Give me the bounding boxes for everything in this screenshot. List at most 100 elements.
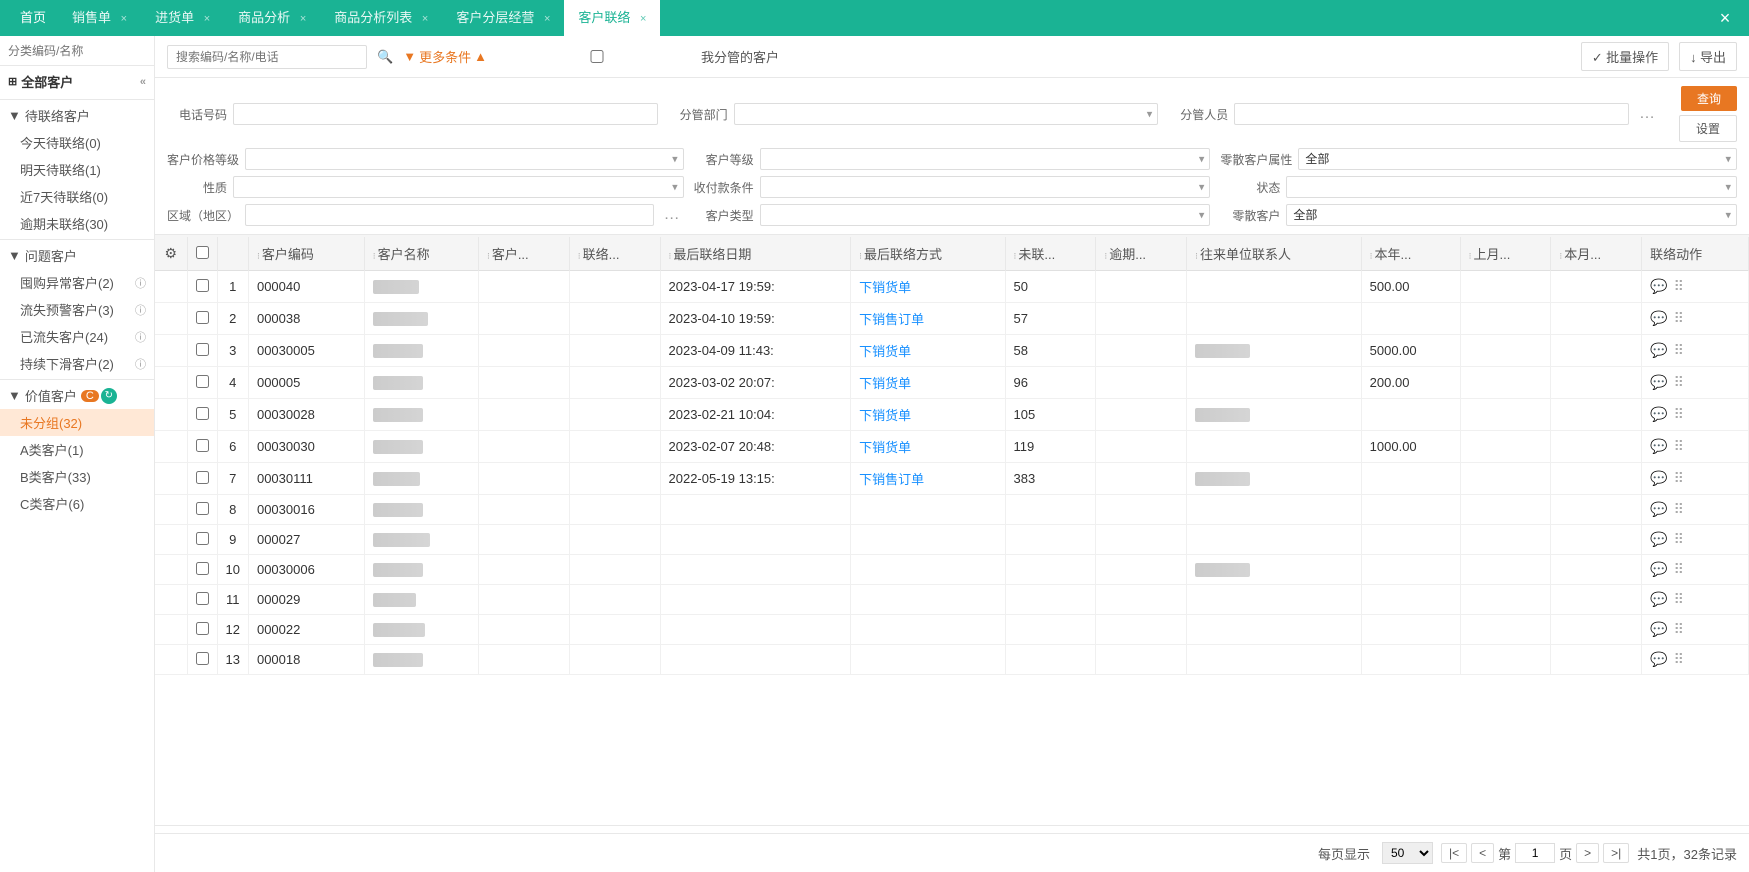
contact-icon-3[interactable]: 💬	[1650, 374, 1667, 391]
region-input[interactable]	[245, 204, 654, 226]
td-last-contact-method-12[interactable]	[851, 645, 1005, 675]
th-last-month[interactable]: ⁝上月...	[1460, 237, 1551, 271]
td-checkbox-6[interactable]	[187, 463, 217, 495]
td-last-contact-method-4[interactable]: 下销货单	[851, 399, 1005, 431]
th-last-contact-date[interactable]: ⁝最后联络日期	[660, 237, 851, 271]
contact-icon-8[interactable]: 💬	[1650, 531, 1667, 548]
th-last-contact-method[interactable]: ⁝最后联络方式	[851, 237, 1005, 271]
nav-tab-product-analysis-list[interactable]: 商品分析列表 ×	[320, 0, 442, 36]
dept-select[interactable]	[734, 103, 1159, 125]
td-last-contact-method-0[interactable]: 下销货单	[851, 271, 1005, 303]
td-checkbox-10[interactable]	[187, 585, 217, 615]
td-checkbox-4[interactable]	[187, 399, 217, 431]
th-checkbox[interactable]	[187, 237, 217, 271]
th-no-contact[interactable]: ⁝未联...	[1005, 237, 1096, 271]
th-contacts-person[interactable]: ⁝往来单位联系人	[1187, 237, 1362, 271]
more-action-icon-4[interactable]: ⠿	[1674, 406, 1684, 423]
td-last-contact-method-8[interactable]	[851, 525, 1005, 555]
horizontal-scrollbar[interactable]	[155, 825, 1749, 833]
my-customers-checkbox[interactable]: 我分管的客户	[497, 47, 779, 66]
person-more-icon[interactable]: …	[1635, 105, 1659, 123]
close-purchase-tab[interactable]: ×	[204, 13, 210, 25]
td-last-contact-method-3[interactable]: 下销货单	[851, 367, 1005, 399]
region-more-icon[interactable]: …	[660, 206, 684, 224]
th-settings[interactable]: ⚙	[155, 237, 187, 271]
nav-tab-sales[interactable]: 销售单 ×	[58, 0, 141, 36]
td-checkbox-7[interactable]	[187, 495, 217, 525]
sidebar-search-input[interactable]	[8, 44, 155, 58]
sidebar-item-tomorrow-pending[interactable]: 明天待联络(1)	[0, 156, 154, 183]
next-page-button[interactable]: >	[1576, 843, 1599, 863]
td-checkbox-2[interactable]	[187, 335, 217, 367]
sidebar-item-class-b[interactable]: B类客户(33)	[0, 463, 154, 490]
contact-icon-2[interactable]: 💬	[1650, 342, 1667, 359]
sidebar-group-value[interactable]: ▼ 价值客户 C ↻	[0, 382, 154, 409]
close-product-analysis-tab[interactable]: ×	[300, 13, 306, 25]
reset-button[interactable]: 设置	[1679, 115, 1737, 142]
th-this-year[interactable]: ⁝本年...	[1361, 237, 1460, 271]
sidebar-group-pending[interactable]: ▼ 待联络客户	[0, 102, 154, 129]
sidebar-item-class-c[interactable]: C类客户(6)	[0, 490, 154, 517]
td-last-contact-method-11[interactable]	[851, 615, 1005, 645]
customer-level-select[interactable]	[760, 148, 1211, 170]
nav-tab-purchase[interactable]: 进货单 ×	[141, 0, 224, 36]
td-last-contact-method-9[interactable]	[851, 555, 1005, 585]
last-page-button[interactable]: >|	[1603, 843, 1629, 863]
contact-icon-0[interactable]: 💬	[1650, 278, 1667, 295]
price-level-select[interactable]	[245, 148, 684, 170]
nav-tab-product-analysis[interactable]: 商品分析 ×	[224, 0, 320, 36]
prev-page-button[interactable]: <	[1471, 843, 1494, 863]
nav-tab-customer-segment[interactable]: 客户分层经营 ×	[442, 0, 564, 36]
more-action-icon-12[interactable]: ⠿	[1674, 651, 1684, 668]
more-action-icon-9[interactable]: ⠿	[1674, 561, 1684, 578]
close-customer-segment-tab[interactable]: ×	[544, 13, 550, 25]
close-customer-contact-tab[interactable]: ×	[640, 13, 646, 25]
contact-icon-10[interactable]: 💬	[1650, 591, 1667, 608]
td-last-contact-method-5[interactable]: 下销货单	[851, 431, 1005, 463]
td-checkbox-5[interactable]	[187, 431, 217, 463]
search-input[interactable]	[167, 45, 367, 69]
contact-icon-7[interactable]: 💬	[1650, 501, 1667, 518]
sidebar-item-class-a[interactable]: A类客户(1)	[0, 436, 154, 463]
batch-operation-button[interactable]: ✓ 批量操作	[1581, 42, 1669, 71]
status-select[interactable]	[1286, 176, 1737, 198]
select-all-checkbox[interactable]	[196, 246, 209, 259]
more-action-icon-2[interactable]: ⠿	[1674, 342, 1684, 359]
td-last-contact-method-6[interactable]: 下销售订单	[851, 463, 1005, 495]
td-last-contact-method-2[interactable]: 下销货单	[851, 335, 1005, 367]
more-action-icon-5[interactable]: ⠿	[1674, 438, 1684, 455]
sidebar-item-churned[interactable]: 已流失客户(24) ⓘ	[0, 323, 154, 350]
window-close-button[interactable]: ×	[1709, 2, 1741, 34]
td-checkbox-0[interactable]	[187, 271, 217, 303]
more-action-icon-11[interactable]: ⠿	[1674, 621, 1684, 638]
sidebar-item-7days-pending[interactable]: 近7天待联络(0)	[0, 183, 154, 210]
contact-icon-5[interactable]: 💬	[1650, 438, 1667, 455]
td-last-contact-method-1[interactable]: 下销售订单	[851, 303, 1005, 335]
contact-icon-11[interactable]: 💬	[1650, 621, 1667, 638]
td-checkbox-3[interactable]	[187, 367, 217, 399]
td-checkbox-12[interactable]	[187, 645, 217, 675]
more-conditions-button[interactable]: ▼ 更多条件 ▲	[403, 47, 487, 66]
payment-select[interactable]	[760, 176, 1211, 198]
sidebar-group-problem[interactable]: ▼ 问题客户	[0, 242, 154, 269]
retail-attr-select[interactable]: 全部	[1298, 148, 1737, 170]
contact-icon-4[interactable]: 💬	[1650, 406, 1667, 423]
nav-home[interactable]: 首页	[8, 0, 58, 36]
th-this-month[interactable]: ⁝本月...	[1551, 237, 1642, 271]
phone-input[interactable]	[233, 103, 658, 125]
page-number-input[interactable]	[1515, 843, 1555, 863]
more-action-icon-1[interactable]: ⠿	[1674, 310, 1684, 327]
gender-select[interactable]	[233, 176, 684, 198]
contact-icon-9[interactable]: 💬	[1650, 561, 1667, 578]
more-action-icon-3[interactable]: ⠿	[1674, 374, 1684, 391]
sidebar-item-unclassified[interactable]: 未分组(32)	[0, 409, 154, 436]
td-checkbox-8[interactable]	[187, 525, 217, 555]
contact-icon-1[interactable]: 💬	[1650, 310, 1667, 327]
first-page-button[interactable]: |<	[1441, 843, 1467, 863]
customer-type-select[interactable]	[760, 204, 1211, 226]
retail-customer-select[interactable]: 全部	[1286, 204, 1737, 226]
close-sales-tab[interactable]: ×	[121, 13, 127, 25]
td-last-contact-method-7[interactable]	[851, 495, 1005, 525]
close-product-analysis-list-tab[interactable]: ×	[422, 13, 428, 25]
td-checkbox-11[interactable]	[187, 615, 217, 645]
